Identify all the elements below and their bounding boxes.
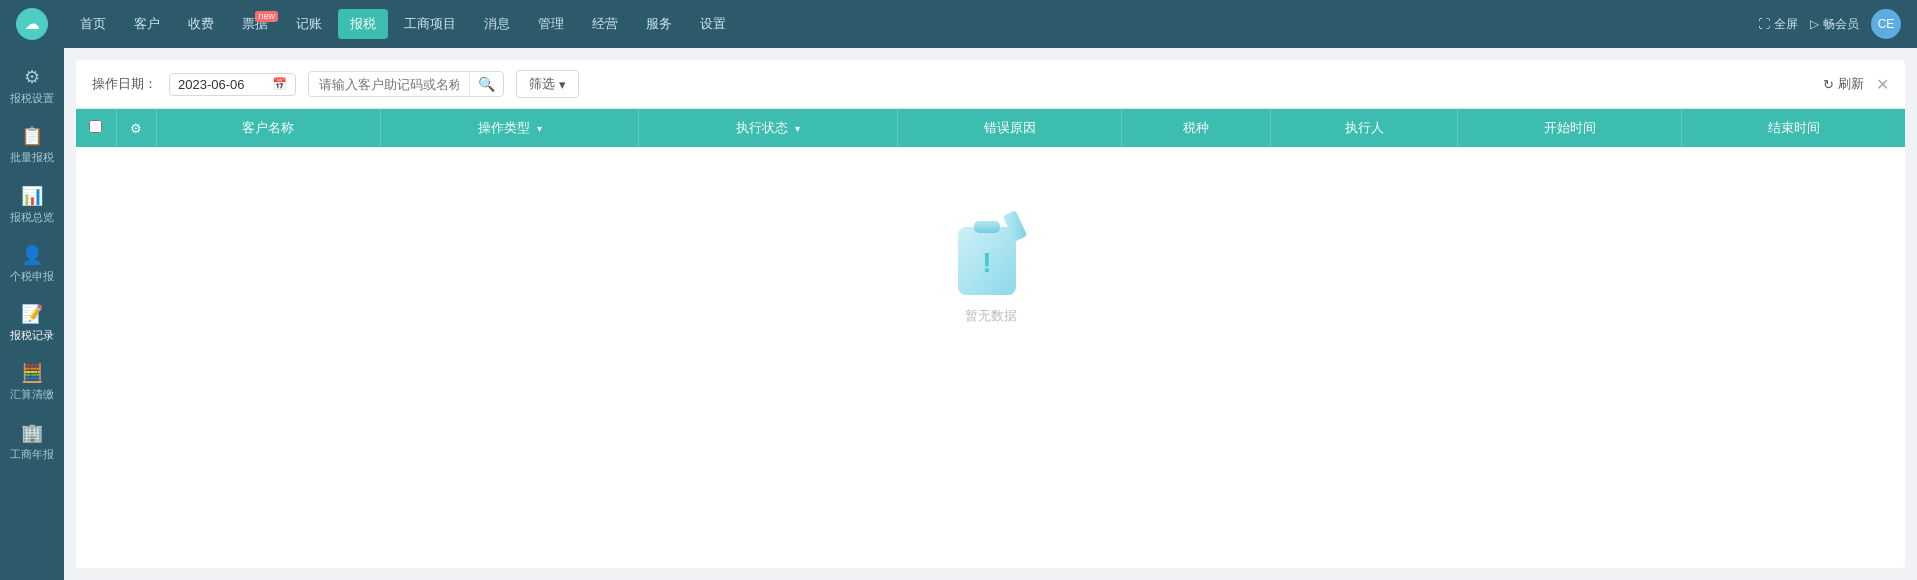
sidebar-item-settlement-label: 汇算清缴 <box>10 387 54 401</box>
th-error-reason: 错误原因 <box>897 109 1122 147</box>
nav-message[interactable]: 消息 <box>472 9 522 39</box>
records-table: ⚙ 客户名称 操作类型 ▾ 执行状态 ▾ 错误原因 税种 执行 <box>76 109 1905 385</box>
nav-right: ⛶ 全屏 ▷ 畅会员 CE <box>1758 9 1901 39</box>
sidebar-item-annual-report-label: 工商年报 <box>10 447 54 461</box>
sidebar-item-tax-overview[interactable]: 📊 报税总览 <box>0 175 64 234</box>
empty-text: 暂无数据 <box>965 307 1017 325</box>
filter-button-label: 筛选 <box>529 75 555 93</box>
nav-invoice[interactable]: 票据 new <box>230 9 280 39</box>
user-avatar[interactable]: CE <box>1871 9 1901 39</box>
th-setting: ⚙ <box>116 109 156 147</box>
vip-icon: ▷ <box>1810 17 1819 31</box>
content-area: 操作日期： 📅 🔍 筛选 ▾ ↻ 刷新 ✕ <box>64 48 1917 580</box>
calendar-icon: 📅 <box>272 77 287 91</box>
sidebar-item-batch-tax[interactable]: 📋 批量报税 <box>0 115 64 174</box>
nav-billing[interactable]: 收费 <box>176 9 226 39</box>
filter-button[interactable]: 筛选 ▾ <box>516 70 579 98</box>
fullscreen-toggle[interactable]: ⛶ 全屏 <box>1758 16 1798 33</box>
sidebar-item-batch-tax-label: 批量报税 <box>10 150 54 164</box>
date-input[interactable] <box>178 77 268 92</box>
th-tax-type: 税种 <box>1122 109 1271 147</box>
nav-operation[interactable]: 经营 <box>580 9 630 39</box>
nav-manage[interactable]: 管理 <box>526 9 576 39</box>
new-badge: new <box>255 11 278 22</box>
th-checkbox <box>76 109 116 147</box>
refresh-label: 刷新 <box>1838 75 1864 93</box>
sidebar-item-individual-tax[interactable]: 👤 个税申报 <box>0 234 64 293</box>
annual-report-icon: 🏢 <box>21 422 43 444</box>
batch-tax-icon: 📋 <box>21 125 43 147</box>
svg-text:!: ! <box>982 247 991 278</box>
th-end-time: 结束时间 <box>1682 109 1905 147</box>
close-button[interactable]: ✕ <box>1876 75 1889 94</box>
nav-service[interactable]: 服务 <box>634 9 684 39</box>
fullscreen-icon: ⛶ <box>1758 17 1770 31</box>
search-wrap: 🔍 <box>308 71 504 97</box>
tax-settings-icon: ⚙ <box>24 66 40 88</box>
individual-tax-icon: 👤 <box>21 244 43 266</box>
date-picker[interactable]: 📅 <box>169 73 296 96</box>
sidebar-item-tax-record[interactable]: 📝 报税记录 <box>0 293 64 352</box>
th-operation-type: 操作类型 ▾ <box>381 109 639 147</box>
refresh-button[interactable]: ↻ 刷新 <box>1823 75 1864 93</box>
empty-state-cell: ! <box>76 147 1905 385</box>
filter-bar: 操作日期： 📅 🔍 筛选 ▾ ↻ 刷新 ✕ <box>76 60 1905 109</box>
sidebar-item-tax-settings[interactable]: ⚙ 报税设置 <box>0 56 64 115</box>
sidebar-item-tax-settings-label: 报税设置 <box>10 91 54 105</box>
vip-toggle[interactable]: ▷ 畅会员 <box>1810 16 1859 33</box>
empty-state-illustration: ! <box>946 207 1036 307</box>
nav-items: 首页 客户 收费 票据 new 记账 报税 工商项目 消息 管理 经营 服务 设… <box>68 9 1758 39</box>
date-label: 操作日期： <box>92 75 157 93</box>
svg-rect-2 <box>974 221 1000 233</box>
app-logo[interactable]: ☁ <box>16 8 48 40</box>
main-layout: ⚙ 报税设置 📋 批量报税 📊 报税总览 👤 个税申报 📝 报税记录 🧮 汇算清… <box>0 48 1917 580</box>
nav-business[interactable]: 工商项目 <box>392 9 468 39</box>
tax-overview-icon: 📊 <box>21 185 43 207</box>
logo-text: ☁ <box>25 16 39 32</box>
execution-status-filter-icon[interactable]: ▾ <box>795 123 800 134</box>
sidebar: ⚙ 报税设置 📋 批量报税 📊 报税总览 👤 个税申报 📝 报税记录 🧮 汇算清… <box>0 48 64 580</box>
th-executor: 执行人 <box>1271 109 1458 147</box>
empty-state-row: ! <box>76 147 1905 385</box>
table-container: ⚙ 客户名称 操作类型 ▾ 执行状态 ▾ 错误原因 税种 执行 <box>76 109 1905 568</box>
nav-home[interactable]: 首页 <box>68 9 118 39</box>
sidebar-item-annual-report[interactable]: 🏢 工商年报 <box>0 412 64 471</box>
th-execution-status: 执行状态 ▾ <box>639 109 897 147</box>
th-customer-name: 客户名称 <box>156 109 381 147</box>
search-button[interactable]: 🔍 <box>469 72 503 96</box>
chevron-down-icon: ▾ <box>559 77 566 92</box>
tax-record-icon: 📝 <box>21 303 43 325</box>
avatar-initials: CE <box>1878 17 1895 31</box>
settlement-icon: 🧮 <box>21 362 43 384</box>
sidebar-item-individual-tax-label: 个税申报 <box>10 269 54 283</box>
th-start-time: 开始时间 <box>1457 109 1682 147</box>
top-nav: ☁ 首页 客户 收费 票据 new 记账 报税 工商项目 消息 管理 经营 服务… <box>0 0 1917 48</box>
sidebar-item-tax-overview-label: 报税总览 <box>10 210 54 224</box>
empty-state: ! <box>76 147 1905 385</box>
sidebar-item-settlement[interactable]: 🧮 汇算清缴 <box>0 352 64 411</box>
fullscreen-label: 全屏 <box>1774 16 1798 33</box>
sidebar-item-tax-record-label: 报税记录 <box>10 328 54 342</box>
vip-label: 畅会员 <box>1823 16 1859 33</box>
nav-settings[interactable]: 设置 <box>688 9 738 39</box>
operation-type-filter-icon[interactable]: ▾ <box>537 123 542 134</box>
table-header-row: ⚙ 客户名称 操作类型 ▾ 执行状态 ▾ 错误原因 税种 执行 <box>76 109 1905 147</box>
nav-customer[interactable]: 客户 <box>122 9 172 39</box>
nav-tax[interactable]: 报税 <box>338 9 388 39</box>
refresh-icon: ↻ <box>1823 77 1834 92</box>
search-input[interactable] <box>309 73 469 96</box>
select-all-checkbox[interactable] <box>89 120 102 133</box>
nav-bookkeeping[interactable]: 记账 <box>284 9 334 39</box>
column-settings-icon[interactable]: ⚙ <box>130 121 142 136</box>
